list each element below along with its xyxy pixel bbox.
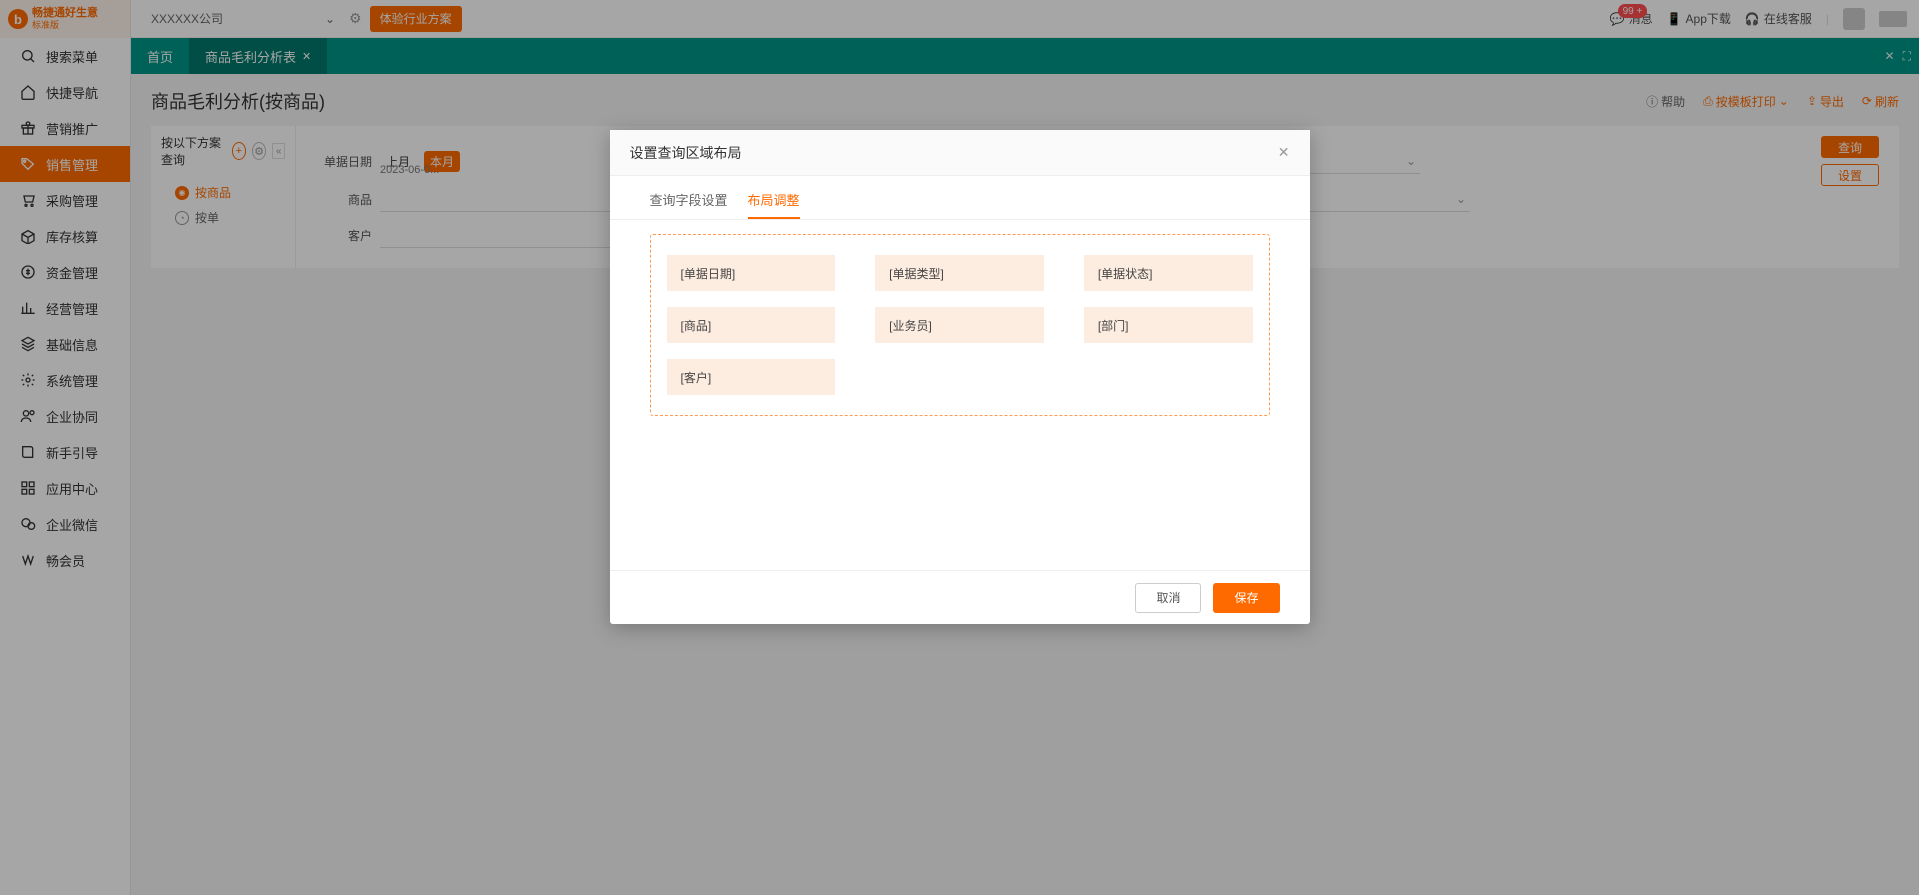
modal-header: 设置查询区域布局 ✕ — [610, 130, 1310, 176]
layout-drop-zone[interactable]: [单据日期] [单据类型] [单据状态] [商品] [业务员] [部门] [客户… — [650, 234, 1270, 416]
modal-title: 设置查询区域布局 — [630, 143, 742, 163]
layout-chip-dept[interactable]: [部门] — [1084, 307, 1253, 343]
modal-tab-layout[interactable]: 布局调整 — [748, 190, 800, 219]
layout-chip-status[interactable]: [单据状态] — [1084, 255, 1253, 291]
layout-chip-date[interactable]: [单据日期] — [667, 255, 836, 291]
save-button[interactable]: 保存 — [1213, 583, 1279, 613]
layout-chip-salesman[interactable]: [业务员] — [875, 307, 1044, 343]
close-icon[interactable]: ✕ — [1278, 144, 1290, 161]
layout-chip-product[interactable]: [商品] — [667, 307, 836, 343]
layout-chip-type[interactable]: [单据类型] — [875, 255, 1044, 291]
modal-tabs: 查询字段设置 布局调整 — [610, 176, 1310, 220]
modal-tab-fields[interactable]: 查询字段设置 — [650, 190, 728, 219]
cancel-button[interactable]: 取消 — [1135, 583, 1201, 613]
modal-footer: 取消 保存 — [610, 570, 1310, 624]
modal-body: [单据日期] [单据类型] [单据状态] [商品] [业务员] [部门] [客户… — [610, 220, 1310, 570]
layout-chip-customer[interactable]: [客户] — [667, 359, 836, 395]
layout-settings-modal: 设置查询区域布局 ✕ 查询字段设置 布局调整 [单据日期] [单据类型] [单据… — [610, 130, 1310, 624]
